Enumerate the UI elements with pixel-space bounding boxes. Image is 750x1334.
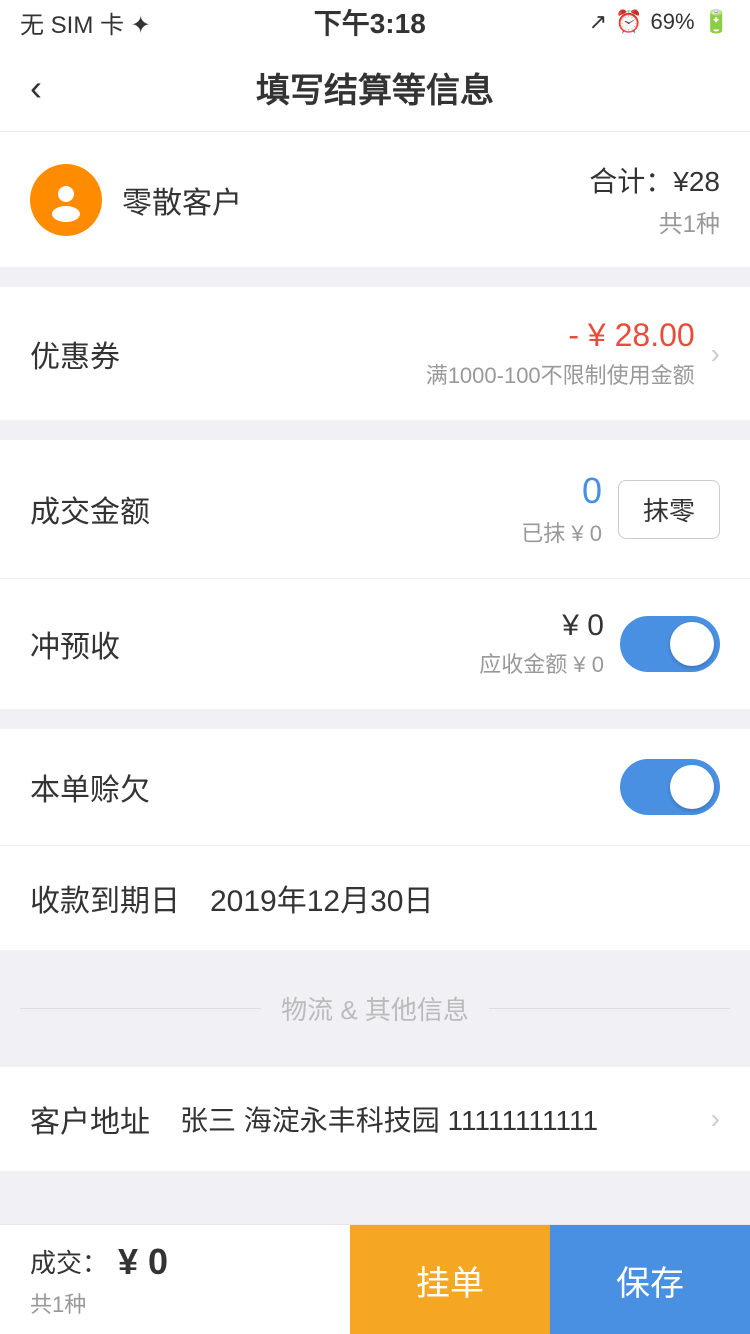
bottom-info: 成交： ¥ 0 共1种	[0, 1225, 350, 1334]
transaction-right: 0 已抹 ¥ 0 抹零	[521, 470, 720, 548]
coupon-desc: 满1000-100不限制使用金额	[426, 358, 695, 390]
coupon-label: 优惠券	[30, 332, 120, 376]
debt-label: 本单赊欠	[30, 765, 150, 809]
no-sim-text: 无 SIM 卡 ✦	[20, 5, 151, 40]
customer-total: 合计：¥28	[589, 160, 720, 200]
coupon-right-text: - ¥ 28.00 满1000-100不限制使用金额	[426, 317, 695, 390]
debt-section: 本单赊欠 收款到期日 2019年12月30日	[0, 729, 750, 950]
status-bar: 无 SIM 卡 ✦ 下午3:18 ↗ ⏰ 69% 🔋	[0, 0, 750, 44]
prepayment-label: 冲预收	[30, 622, 120, 666]
avatar	[30, 164, 102, 236]
bottom-deal-amount: ¥ 0	[118, 1241, 168, 1283]
address-label: 客户地址	[30, 1097, 150, 1141]
address-section[interactable]: 客户地址 张三 海淀永丰科技园 11111111111 ›	[0, 1067, 750, 1171]
due-date-value: 2019年12月30日	[210, 876, 433, 920]
bottom-bar: 成交： ¥ 0 共1种 挂单 保存	[0, 1224, 750, 1334]
prepayment-row: 冲预收 ¥ 0 应收金额 ¥ 0	[0, 579, 750, 709]
bottom-count: 共1种	[30, 1287, 320, 1319]
transaction-label: 成交金额	[30, 487, 150, 531]
due-date-row: 收款到期日 2019年12月30日	[0, 845, 750, 950]
bottom-deal: 成交： ¥ 0	[30, 1241, 320, 1283]
prepayment-amount: ¥ 0	[479, 609, 604, 643]
customer-section: 零散客户 合计：¥28 共1种	[0, 132, 750, 267]
logistics-label: 物流 & 其他信息	[281, 990, 469, 1027]
address-chevron-icon: ›	[711, 1103, 720, 1135]
status-time: 下午3:18	[314, 2, 426, 42]
battery-icon: 🔋	[703, 9, 730, 35]
debt-row: 本单赊欠	[0, 729, 750, 845]
prepayment-toggle[interactable]	[620, 616, 720, 672]
bottom-deal-label: 成交：	[30, 1243, 108, 1280]
transaction-row: 成交金额 0 已抹 ¥ 0 抹零	[0, 440, 750, 579]
nav-bar: ‹ 填写结算等信息	[0, 44, 750, 132]
customer-left: 零散客户	[30, 164, 242, 236]
prepayment-right: ¥ 0 应收金额 ¥ 0	[479, 609, 720, 679]
prepayment-sub: 应收金额 ¥ 0	[479, 647, 604, 679]
content: 零散客户 合计：¥28 共1种 优惠券 - ¥ 28.00 满1000-100不…	[0, 132, 750, 1291]
status-right: ↗ ⏰ 69% 🔋	[589, 9, 730, 35]
save-button[interactable]: 保存	[550, 1225, 750, 1334]
location-icon: ↗	[589, 9, 607, 35]
chevron-right-icon: ›	[711, 338, 720, 370]
customer-name: 零散客户	[122, 178, 242, 222]
round-button[interactable]: 抹零	[618, 480, 720, 539]
logistics-divider: 物流 & 其他信息	[0, 970, 750, 1047]
customer-count: 共1种	[589, 204, 720, 239]
due-date-label: 收款到期日	[30, 876, 180, 920]
address-value: 张三 海淀永丰科技园 11111111111	[180, 1099, 711, 1139]
coupon-discount: - ¥ 28.00	[426, 317, 695, 354]
transaction-amount-value[interactable]: 0	[521, 470, 602, 512]
transaction-section: 成交金额 0 已抹 ¥ 0 抹零 冲预收 ¥ 0 应收金额 ¥ 0	[0, 440, 750, 709]
hold-button[interactable]: 挂单	[350, 1225, 550, 1334]
coupon-right: - ¥ 28.00 满1000-100不限制使用金额 ›	[426, 317, 720, 390]
battery-text: 69%	[651, 9, 695, 35]
prepayment-right-text: ¥ 0 应收金额 ¥ 0	[479, 609, 604, 679]
page-title: 填写结算等信息	[256, 63, 494, 112]
back-button[interactable]: ‹	[30, 67, 42, 109]
alarm-icon: ⏰	[615, 9, 642, 35]
transaction-amount-sub: 已抹 ¥ 0	[521, 516, 602, 548]
status-left: 无 SIM 卡 ✦	[20, 5, 151, 40]
customer-total-area: 合计：¥28 共1种	[589, 160, 720, 239]
coupon-row[interactable]: 优惠券 - ¥ 28.00 满1000-100不限制使用金额 ›	[0, 287, 750, 420]
debt-toggle[interactable]	[620, 759, 720, 815]
coupon-section: 优惠券 - ¥ 28.00 满1000-100不限制使用金额 ›	[0, 287, 750, 420]
transaction-right-text: 0 已抹 ¥ 0	[521, 470, 602, 548]
